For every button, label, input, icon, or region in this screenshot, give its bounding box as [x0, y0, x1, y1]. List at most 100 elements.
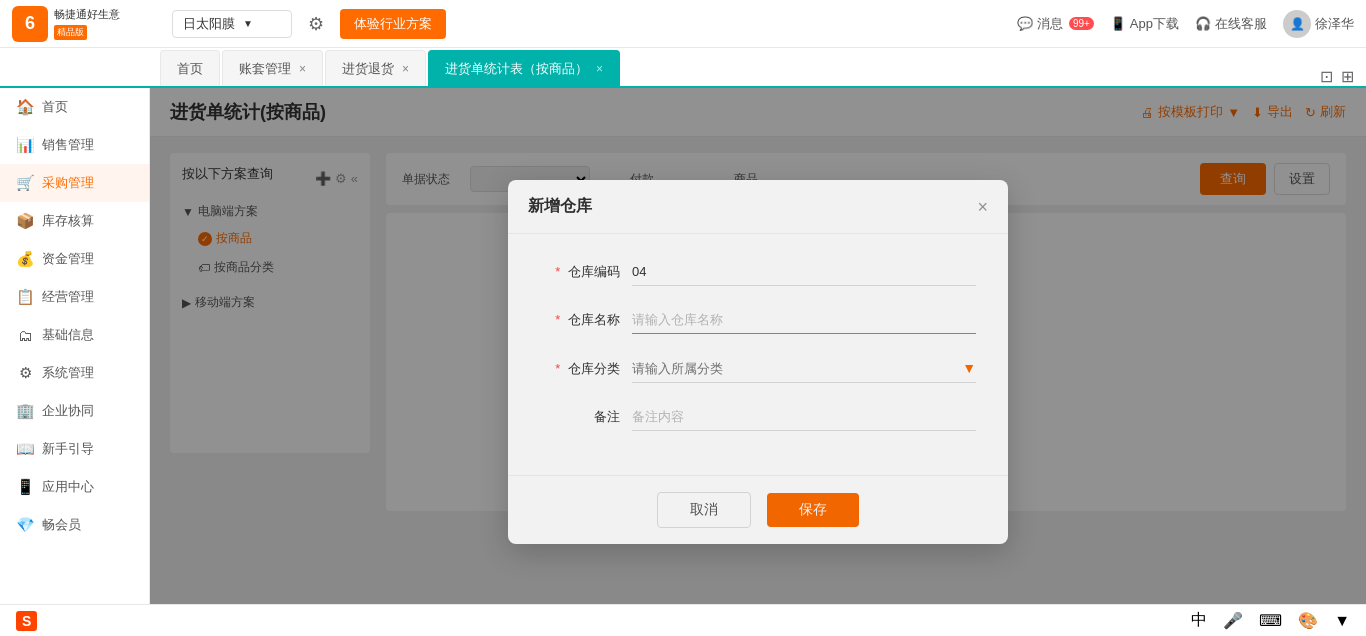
service-label: 在线客服	[1215, 15, 1267, 33]
dialog-footer: 取消 保存	[508, 475, 1008, 544]
category-dropdown-icon[interactable]: ▼	[962, 360, 976, 376]
sidebar-item-enterprise[interactable]: 🏢 企业协同	[0, 392, 149, 430]
sidebar-item-inventory-label: 库存核算	[42, 212, 94, 230]
apps-icon: 📱	[16, 478, 34, 496]
sidebar-item-guide[interactable]: 📖 新手引导	[0, 430, 149, 468]
app-download-item[interactable]: 📱 App下载	[1110, 15, 1179, 33]
purchase-icon: 🛒	[16, 174, 34, 192]
finance-icon: 💰	[16, 250, 34, 268]
sidebar-item-finance[interactable]: 💰 资金管理	[0, 240, 149, 278]
header-right-area: 💬 消息 99+ 📱 App下载 🎧 在线客服 👤 徐泽华	[1017, 10, 1354, 38]
guide-icon: 📖	[16, 440, 34, 458]
form-row-notes: 备注	[540, 403, 976, 431]
tab-controls: ⊡ ⊞	[1316, 67, 1366, 86]
dialog-close-button[interactable]: ×	[977, 198, 988, 216]
app-badge: 精品版	[54, 25, 87, 40]
sidebar-item-sales[interactable]: 📊 销售管理	[0, 126, 149, 164]
palette-icon[interactable]: 🎨	[1298, 611, 1318, 630]
user-area[interactable]: 👤 徐泽华	[1283, 10, 1354, 38]
tab-restore-button[interactable]: ⊡	[1316, 67, 1337, 86]
vip-icon: 💎	[16, 516, 34, 534]
message-item[interactable]: 💬 消息 99+	[1017, 15, 1094, 33]
form-row-name: * 仓库名称	[540, 306, 976, 334]
tab-home-label: 首页	[177, 60, 203, 78]
form-row-category: * 仓库分类 ▼	[540, 354, 976, 383]
sidebar-item-system[interactable]: ⚙ 系统管理	[0, 354, 149, 392]
tab-fullscreen-button[interactable]: ⊞	[1337, 67, 1358, 86]
code-input[interactable]	[632, 258, 976, 286]
sidebar-item-base-label: 基础信息	[42, 326, 94, 344]
dialog-header: 新增仓库 ×	[508, 180, 1008, 234]
new-warehouse-dialog: 新增仓库 × * 仓库编码 *	[508, 180, 1008, 544]
inventory-icon: 📦	[16, 212, 34, 230]
sidebar-item-enterprise-label: 企业协同	[42, 402, 94, 420]
tab-home[interactable]: 首页	[160, 50, 220, 86]
sidebar-item-vip-label: 畅会员	[42, 516, 81, 534]
sidebar-item-finance-label: 资金管理	[42, 250, 94, 268]
mic-icon[interactable]: 🎤	[1223, 611, 1243, 630]
store-dropdown-arrow: ▼	[243, 18, 253, 29]
cancel-button[interactable]: 取消	[657, 492, 751, 528]
content-area: 进货单统计(按商品) 🖨 按模板打印 ▼ ⬇ 导出 ↻ 刷新	[150, 88, 1366, 636]
tab-purchase-stats-label: 进货单统计表（按商品）	[445, 60, 588, 78]
logo-area: 6 畅捷通好生意 精品版	[12, 6, 162, 42]
user-avatar: 👤	[1283, 10, 1311, 38]
tab-account[interactable]: 账套管理 ×	[222, 50, 323, 86]
code-label: * 仓库编码	[540, 263, 620, 281]
app-download-icon: 📱	[1110, 16, 1126, 31]
store-selector[interactable]: 日太阳膜 ▼	[172, 10, 292, 38]
sidebar-item-vip[interactable]: 💎 畅会员	[0, 506, 149, 544]
main-layout: 🏠 首页 📊 销售管理 🛒 采购管理 📦 库存核算 💰 资金管理 📋 经营管理 …	[0, 88, 1366, 636]
tab-purchase-return[interactable]: 进货退货 ×	[325, 50, 426, 86]
sidebar-item-inventory[interactable]: 📦 库存核算	[0, 202, 149, 240]
system-icon: ⚙	[16, 364, 34, 382]
home-icon: 🏠	[16, 98, 34, 116]
category-input[interactable]	[632, 361, 962, 376]
sidebar-item-base[interactable]: 🗂 基础信息	[0, 316, 149, 354]
notes-input[interactable]	[632, 403, 976, 431]
sidebar: 🏠 首页 📊 销售管理 🛒 采购管理 📦 库存核算 💰 资金管理 📋 经营管理 …	[0, 88, 150, 636]
sales-icon: 📊	[16, 136, 34, 154]
experience-button[interactable]: 体验行业方案	[340, 9, 446, 39]
app-name: 畅捷通好生意	[54, 7, 120, 22]
code-required-star: *	[555, 264, 560, 279]
form-row-code: * 仓库编码	[540, 258, 976, 286]
tab-purchase-return-label: 进货退货	[342, 60, 394, 78]
notes-label: 备注	[540, 408, 620, 426]
online-service-item[interactable]: 🎧 在线客服	[1195, 15, 1267, 33]
top-header: 6 畅捷通好生意 精品版 日太阳膜 ▼ ⚙ 体验行业方案 💬 消息 99+ 📱 …	[0, 0, 1366, 48]
chinese-input-icon[interactable]: 中	[1191, 610, 1207, 631]
tab-purchase-stats-close[interactable]: ×	[596, 62, 603, 76]
category-required-star: *	[555, 361, 560, 376]
sidebar-item-system-label: 系统管理	[42, 364, 94, 382]
name-required-star: *	[555, 312, 560, 327]
category-label: * 仓库分类	[540, 360, 620, 378]
status-bar: S 中 🎤 ⌨ 🎨 ▼	[0, 604, 1366, 636]
dialog-body: * 仓库编码 * 仓库名称	[508, 234, 1008, 475]
dialog-title: 新增仓库	[528, 196, 592, 217]
settings-gear-button[interactable]: ⚙	[300, 8, 332, 40]
headset-icon: 🎧	[1195, 16, 1211, 31]
tab-purchase-return-close[interactable]: ×	[402, 62, 409, 76]
tab-account-close[interactable]: ×	[299, 62, 306, 76]
sidebar-item-home[interactable]: 🏠 首页	[0, 88, 149, 126]
tab-purchase-stats[interactable]: 进货单统计表（按商品） ×	[428, 50, 620, 86]
base-info-icon: 🗂	[16, 326, 34, 344]
sidebar-item-operations-label: 经营管理	[42, 288, 94, 306]
more-icon[interactable]: ▼	[1334, 612, 1350, 630]
keyboard-icon[interactable]: ⌨	[1259, 611, 1282, 630]
save-button[interactable]: 保存	[767, 493, 859, 527]
message-badge: 99+	[1069, 17, 1094, 30]
sidebar-item-guide-label: 新手引导	[42, 440, 94, 458]
sidebar-item-operations[interactable]: 📋 经营管理	[0, 278, 149, 316]
app-logo-icon: 6	[12, 6, 48, 42]
sidebar-item-purchase[interactable]: 🛒 采购管理	[0, 164, 149, 202]
name-input[interactable]	[632, 306, 976, 334]
tab-bar: 首页 账套管理 × 进货退货 × 进货单统计表（按商品） × ⊡ ⊞	[0, 48, 1366, 88]
brand-logo: S	[16, 611, 37, 631]
sidebar-item-home-label: 首页	[42, 98, 68, 116]
category-select-wrapper: ▼	[632, 354, 976, 383]
message-label: 消息	[1037, 15, 1063, 33]
name-label: * 仓库名称	[540, 311, 620, 329]
sidebar-item-apps[interactable]: 📱 应用中心	[0, 468, 149, 506]
